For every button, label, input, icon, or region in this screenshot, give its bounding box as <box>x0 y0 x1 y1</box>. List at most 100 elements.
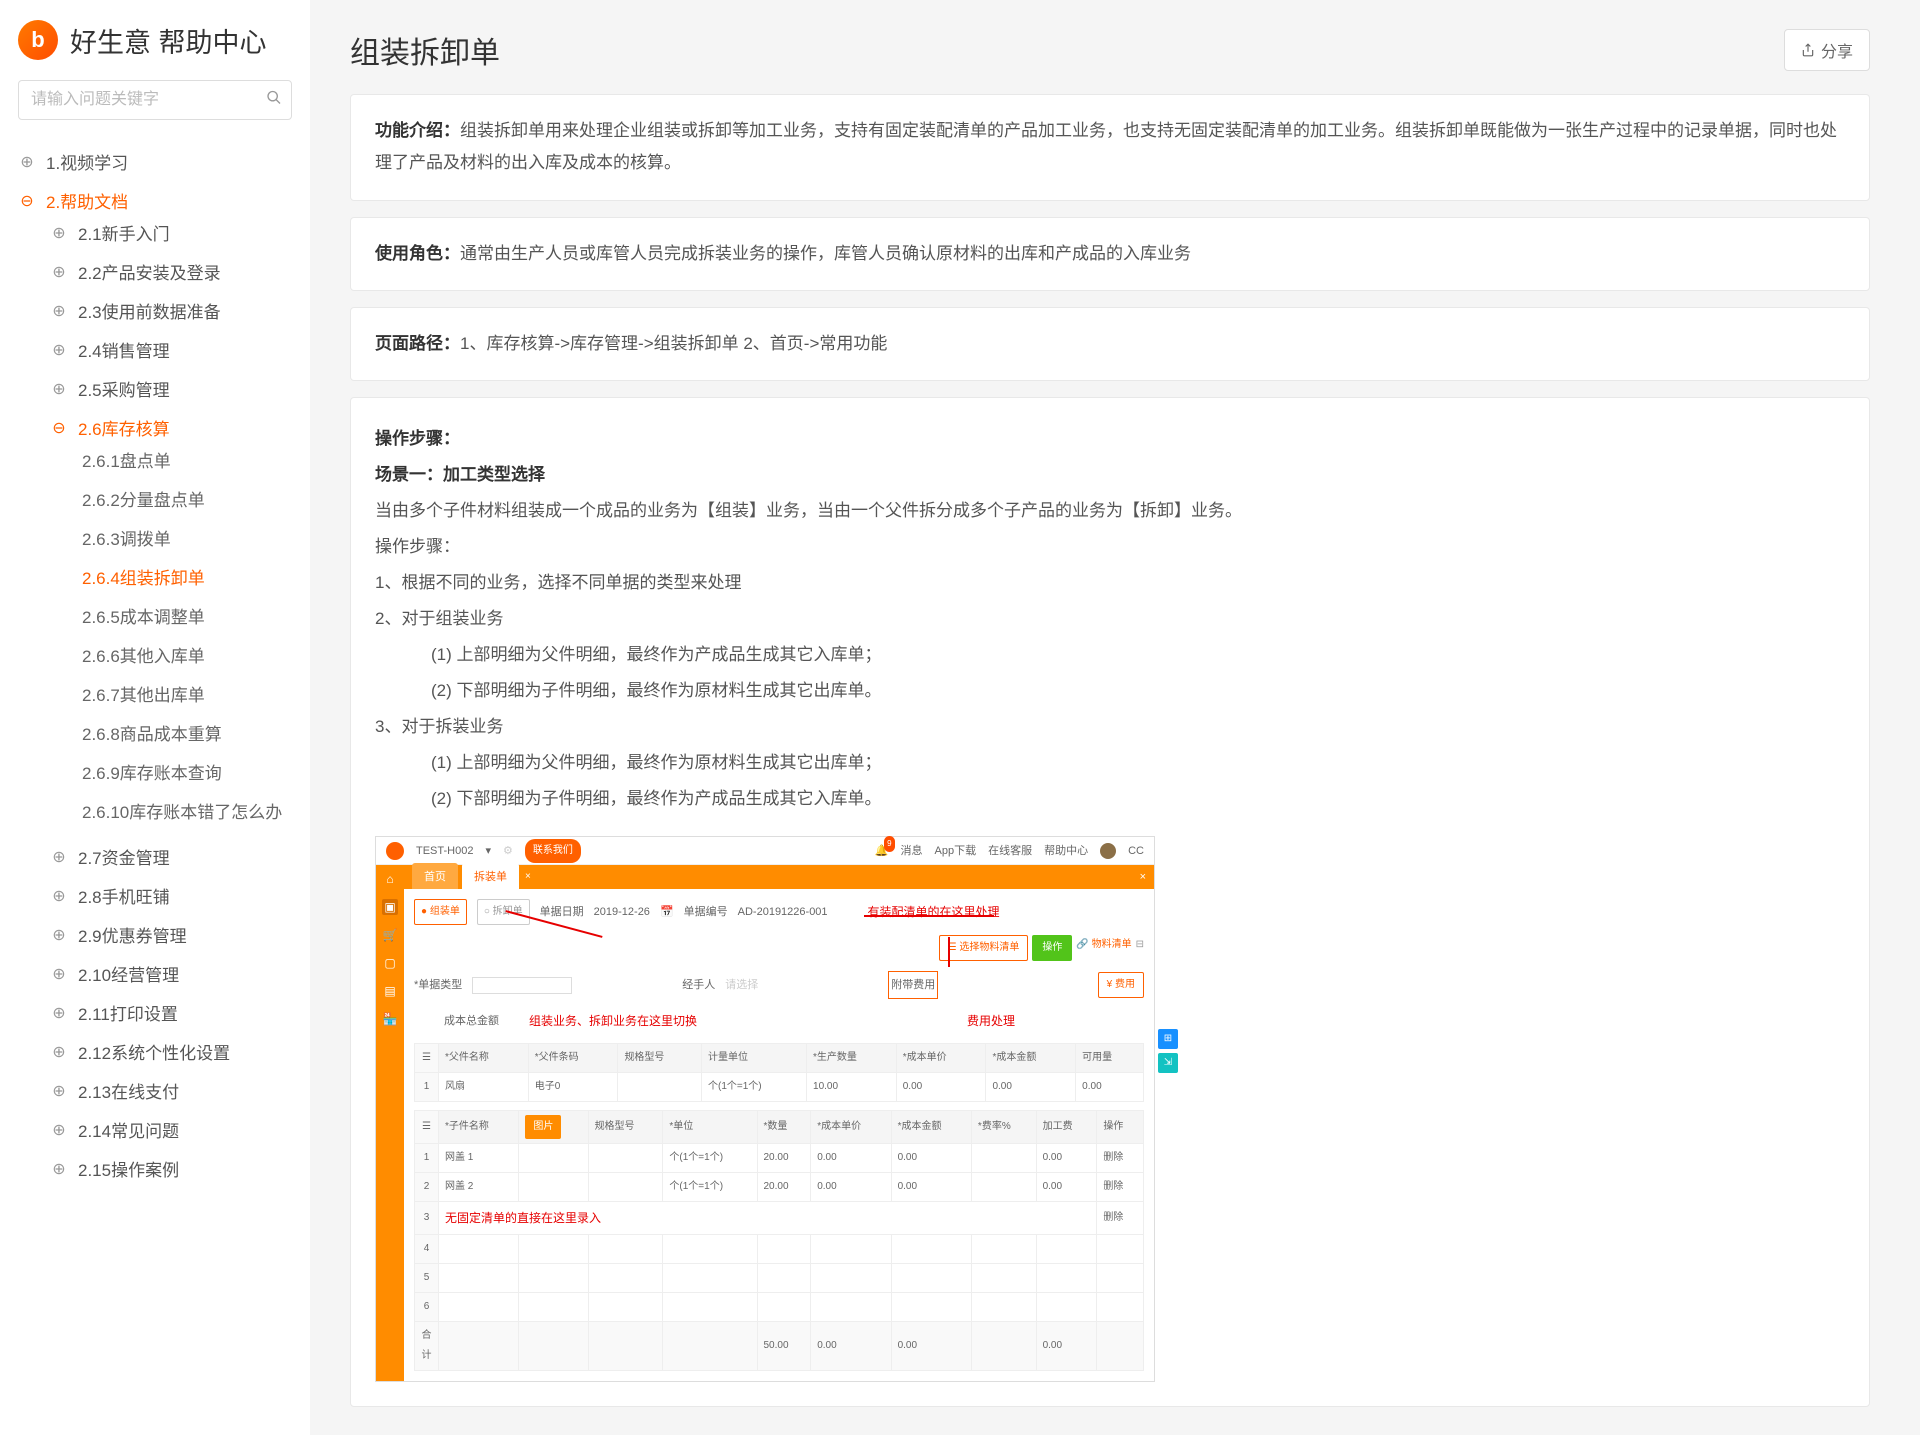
nav-2-1[interactable]: ⊕2.1新手入门 <box>50 220 292 245</box>
collapse-icon: ⊟ <box>1136 935 1144 961</box>
plus-icon: ⊕ <box>50 1043 68 1061</box>
ss-user: CC <box>1128 840 1144 862</box>
ss-annotation: 无固定清单的直接在这里录入 <box>445 1211 601 1225</box>
nav-2-10[interactable]: ⊕2.10经营管理 <box>50 961 292 986</box>
nav-2-6-10[interactable]: 2.6.10库存账本错了怎么办 <box>82 791 292 830</box>
ss-label: 单据日期 <box>540 901 584 923</box>
info-box-intro: 功能介绍：组装拆卸单用来处理企业组装或拆卸等加工业务，支持有固定装配清单的产品加… <box>350 94 1870 201</box>
ss-th: *成本金额 <box>986 1044 1076 1073</box>
info-label: 功能介绍： <box>375 121 460 140</box>
ss-annotation: 有装配清单的在这里处理 <box>868 900 1000 924</box>
ss-label: 成本总金额 <box>444 1010 499 1032</box>
ss-leftbar: ⌂ ▣ 🛒 ▢ ▤ 🏪 <box>376 865 404 1381</box>
nav-2-9[interactable]: ⊕2.9优惠券管理 <box>50 922 292 947</box>
page-header: 组装拆卸单 分享 <box>350 28 1870 72</box>
nav-2-6-7[interactable]: 2.6.7其他出库单 <box>82 674 292 713</box>
nav-label: 1.视频学习 <box>46 149 128 174</box>
ss-label: 经手人 <box>682 974 715 996</box>
sidebar: b 好生意 帮助中心 ⊕1.视频学习 ⊖2.帮助文档 ⊕2.1新手入门 ⊕2.2… <box>0 0 310 1435</box>
chevron-down-icon: ▾ <box>485 840 491 862</box>
avatar-icon <box>1100 843 1116 859</box>
ss-annotation: 费用处理 <box>967 1009 1015 1033</box>
nav-2-11[interactable]: ⊕2.11打印设置 <box>50 1000 292 1025</box>
nav-2-6-5[interactable]: 2.6.5成本调整单 <box>82 596 292 635</box>
content-text: 当由多个子件材料组装成一个成品的业务为【组装】业务，当由一个父件拆分成多个子产品… <box>375 494 1845 528</box>
nav-docs[interactable]: ⊖2.帮助文档 <box>18 188 292 213</box>
nav-2-13[interactable]: ⊕2.13在线支付 <box>50 1078 292 1103</box>
arrow-annotation <box>864 915 994 917</box>
nav-2-6-9[interactable]: 2.6.9库存账本查询 <box>82 752 292 791</box>
nav-2-14[interactable]: ⊕2.14常见问题 <box>50 1117 292 1142</box>
ss-btn-bom: ☰ 选择物料清单 <box>939 935 1029 961</box>
nav-label: 2.14常见问题 <box>78 1117 179 1142</box>
ss-tabs: 首页 拆装单 × × <box>404 865 1154 889</box>
ss-radio-disassemble: ○ 拆卸单 <box>477 899 530 925</box>
nav-2-6-6[interactable]: 2.6.6其他入库单 <box>82 635 292 674</box>
nav-2-6-1[interactable]: 2.6.1盘点单 <box>82 440 292 479</box>
nav-2-2[interactable]: ⊕ 2.2产品安装及登录 <box>50 259 292 284</box>
nav-2-3[interactable]: ⊕ 2.3使用前数据准备 <box>50 298 292 323</box>
table-row: 2网盖 2个(1个=1个)20.000.000.000.00删除 <box>415 1173 1144 1202</box>
ss-link: 在线客服 <box>988 840 1032 862</box>
nav-2-6-4[interactable]: 2.6.4组装拆卸单 <box>82 557 292 596</box>
content-text: (1) 上部明细为父件明细，最终作为原材料生成其它出库单； <box>375 746 1845 780</box>
table-row: 3无固定清单的直接在这里录入删除 <box>415 1202 1144 1235</box>
content-text: (2) 下部明细为子件明细，最终作为产成品生成其它入库单。 <box>375 782 1845 816</box>
minus-icon: ⊖ <box>18 192 36 210</box>
nav-2-6-2[interactable]: 2.6.2分量盘点单 <box>82 479 292 518</box>
plus-icon: ⊕ <box>50 263 68 281</box>
nav-label: 2.3使用前数据准备 <box>78 298 221 323</box>
nav-label: 2.11打印设置 <box>78 1000 178 1025</box>
ss-label: *单据类型 <box>414 974 462 996</box>
search-button[interactable] <box>266 90 282 111</box>
plus-icon: ⊕ <box>50 302 68 320</box>
ss-th: 图片 <box>519 1111 588 1144</box>
plus-icon: ⊕ <box>50 926 68 944</box>
plus-icon: ⊕ <box>50 1082 68 1100</box>
arrow-annotation <box>948 937 950 967</box>
content-text: 3、对于拆装业务 <box>375 710 1845 744</box>
search-icon <box>266 90 282 106</box>
ss-link-bom: 🔗 物料清单 <box>1076 935 1131 961</box>
nav-2-6-3[interactable]: 2.6.3调拨单 <box>82 518 292 557</box>
content-text: (2) 下部明细为子件明细，最终作为原材料生成其它出库单。 <box>375 674 1845 708</box>
search-input[interactable] <box>18 80 292 120</box>
nav-label: 2.1新手入门 <box>78 220 170 245</box>
nav-video[interactable]: ⊕ 1.视频学习 <box>18 149 292 174</box>
ss-fee-input: 附带费用 <box>888 971 938 999</box>
ss-th: 可用量 <box>1076 1044 1144 1073</box>
ss-th: *费率% <box>971 1111 1036 1144</box>
bell-icon: 🔔9 <box>875 840 889 862</box>
nav-tree: ⊕1.视频学习 ⊖2.帮助文档 ⊕2.1新手入门 ⊕2.2产品安装及登录 ⊕2.… <box>18 142 292 1195</box>
nav-2-6[interactable]: ⊖2.6库存核算 <box>50 415 292 440</box>
nav-2-15[interactable]: ⊕2.15操作案例 <box>50 1156 292 1181</box>
nav-label: 2.4销售管理 <box>78 337 170 362</box>
plus-icon: ⊕ <box>50 380 68 398</box>
ss-input <box>472 977 572 994</box>
plus-icon: ⊕ <box>18 153 36 171</box>
nav-2-6-8[interactable]: 2.6.8商品成本重算 <box>82 713 292 752</box>
nav-2-12[interactable]: ⊕2.12系统个性化设置 <box>50 1039 292 1064</box>
plus-icon: ⊕ <box>50 848 68 866</box>
share-button[interactable]: 分享 <box>1784 29 1870 71</box>
ss-th: 规格型号 <box>588 1111 663 1144</box>
plus-icon: ⊕ <box>50 341 68 359</box>
ss-label: 单据编号 <box>684 901 728 923</box>
nav-2-8[interactable]: ⊕2.8手机旺铺 <box>50 883 292 908</box>
home-icon: ⌂ <box>382 871 398 887</box>
nav-label: 2.10经营管理 <box>78 961 179 986</box>
nav-2-7[interactable]: ⊕2.7资金管理 <box>50 844 292 869</box>
logo-icon: b <box>18 20 58 60</box>
ss-link: 帮助中心 <box>1044 840 1088 862</box>
shop-icon: 🏪 <box>382 1011 398 1027</box>
plus-icon: ⊕ <box>50 887 68 905</box>
info-label: 使用角色： <box>375 244 460 263</box>
ss-th: *单位 <box>663 1111 757 1144</box>
nav-2-5[interactable]: ⊕2.5采购管理 <box>50 376 292 401</box>
table-row: 6 <box>415 1293 1144 1322</box>
ss-form: ● 组装单 ○ 拆卸单 单据日期 2019-12-26 📅 单据编号 AD-20… <box>404 889 1154 1381</box>
nav-label: 2.2产品安装及登录 <box>78 259 221 284</box>
ss-body: ⌂ ▣ 🛒 ▢ ▤ 🏪 首页 拆装单 × × <box>376 865 1154 1381</box>
close-icon: × <box>525 867 531 887</box>
nav-2-4[interactable]: ⊕ 2.4销售管理 <box>50 337 292 362</box>
